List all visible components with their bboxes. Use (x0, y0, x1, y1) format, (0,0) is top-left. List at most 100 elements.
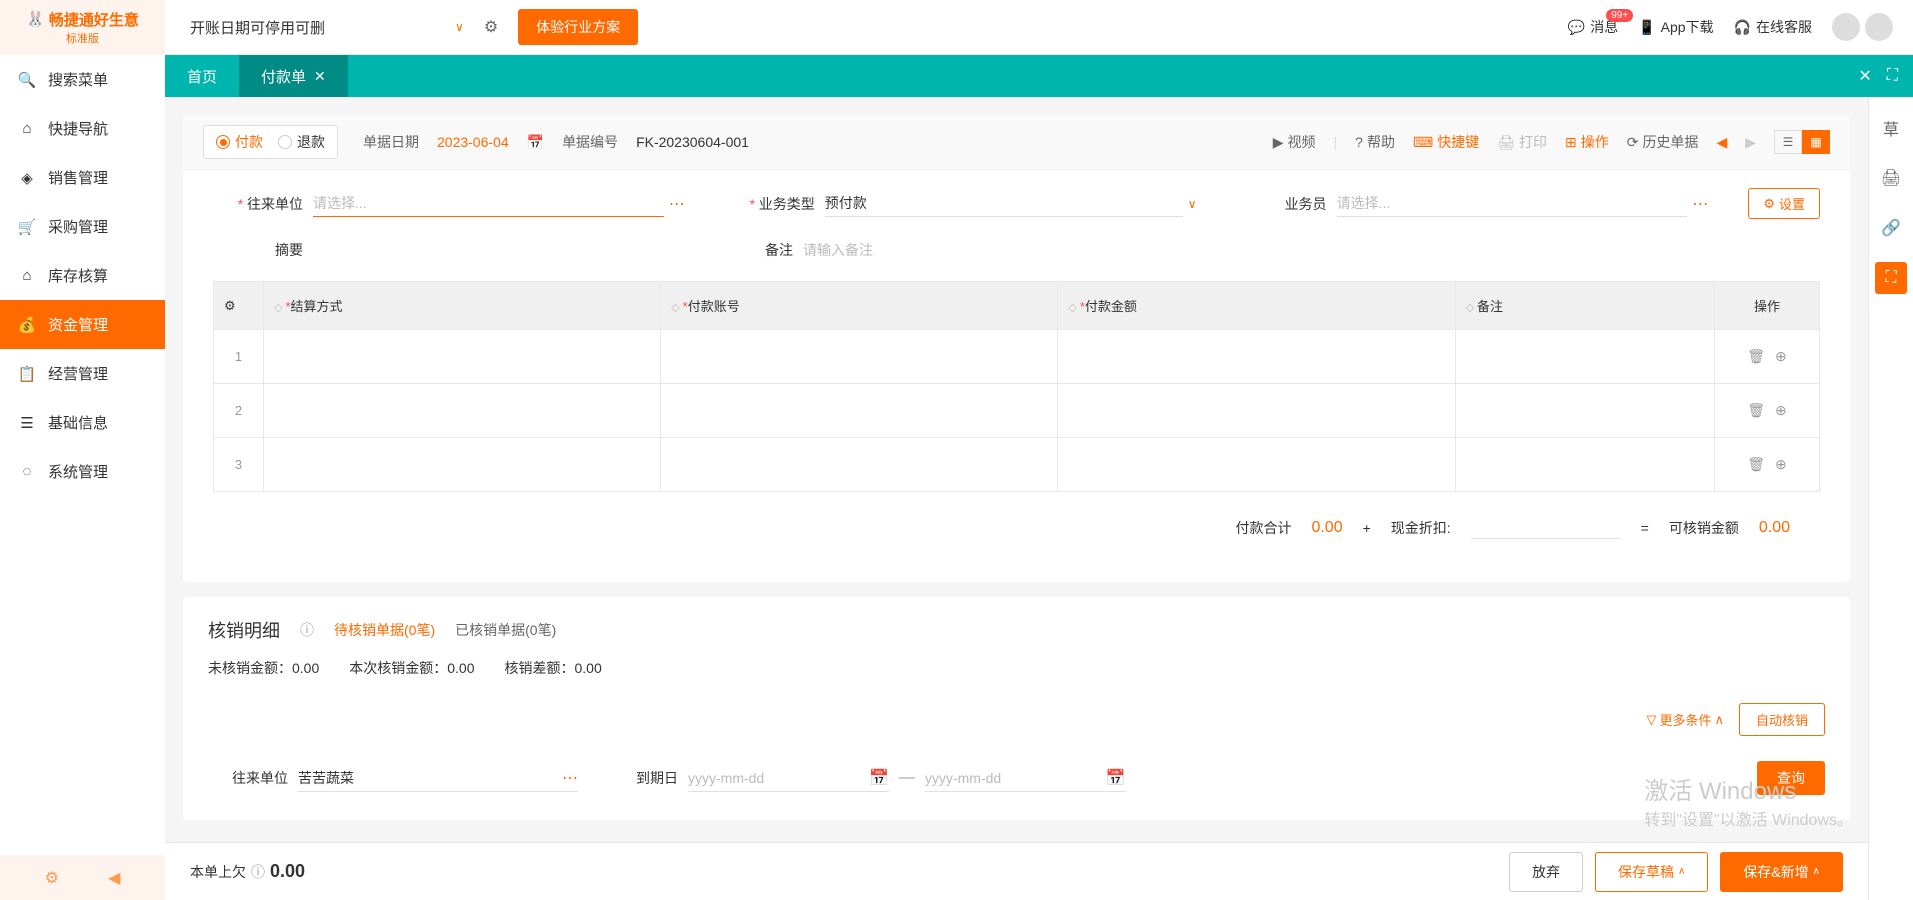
close-icon[interactable]: ✕ (314, 68, 326, 85)
verify-header: 核销明细 ⓘ 待核销单据(0笔) 已核销单据(0笔) (183, 597, 1850, 658)
summary-label: 摘要 (213, 240, 303, 260)
user-menu[interactable] (1832, 13, 1893, 41)
discount-input[interactable] (1471, 517, 1621, 539)
sidebar-item-purchase[interactable]: 🛒采购管理 (0, 202, 165, 251)
draft-icon[interactable]: 草 (1875, 112, 1907, 144)
chevron-down-icon[interactable]: ∨ (455, 20, 464, 34)
table-row[interactable]: 2🗑⊕ (214, 384, 1820, 438)
summary-input[interactable] (313, 237, 663, 263)
more-conditions-link[interactable]: ▽更多条件∧ (1646, 710, 1724, 729)
save-draft-button[interactable]: 保存草稿∧ (1595, 852, 1708, 892)
help-icon[interactable]: ⓘ (300, 620, 314, 640)
sidebar-item-quicknav[interactable]: ⌂快捷导航 (0, 104, 165, 153)
settings-icon[interactable]: ⚙ (45, 868, 59, 888)
radio-refund[interactable]: 退款 (278, 132, 325, 152)
chevron-down-icon[interactable]: ∨ (1188, 197, 1197, 211)
messages-badge: 99+ (1606, 9, 1633, 22)
verify-tab-pending[interactable]: 待核销单据(0笔) (334, 617, 435, 643)
tab-home[interactable]: 首页 (165, 55, 239, 97)
more-icon[interactable]: ⋯ (669, 194, 685, 214)
delete-icon[interactable]: 🗑 (1747, 402, 1765, 418)
col-remark[interactable]: ◇备注 (1455, 282, 1714, 330)
print-link[interactable]: 🖨打印 (1497, 132, 1547, 152)
download-link[interactable]: 📱App下载 (1638, 17, 1713, 37)
more-icon[interactable]: ⋯ (1692, 194, 1708, 214)
discard-button[interactable]: 放弃 (1509, 852, 1583, 892)
stat-diff: 核销差额：0.00 (505, 658, 602, 678)
document-header: 付款 退款 单据日期 2023-06-04 📅 单据编号 FK-20230604… (183, 115, 1850, 170)
sidebar-item-sales[interactable]: ◈销售管理 (0, 153, 165, 202)
help-icon[interactable]: ⓘ (251, 862, 265, 882)
account-title[interactable]: 开账日期可停用可删 (190, 17, 325, 38)
sidebar-item-system[interactable]: ◌系统管理 (0, 447, 165, 496)
add-icon[interactable]: ⊕ (1775, 402, 1787, 418)
col-amount[interactable]: ◇*付款金额 (1058, 282, 1455, 330)
next-doc-icon[interactable]: ▶ (1745, 134, 1756, 151)
delete-icon[interactable]: 🗑 (1747, 348, 1765, 364)
table-row[interactable]: 3🗑⊕ (214, 438, 1820, 492)
experience-button[interactable]: 体验行业方案 (518, 9, 638, 45)
tab-payment[interactable]: 付款单✕ (239, 55, 348, 97)
print-icon[interactable]: 🖨 (1875, 162, 1907, 194)
home-icon: ⌂ (18, 120, 36, 138)
verify-tab-done[interactable]: 已核销单据(0笔) (455, 617, 556, 643)
history-link[interactable]: ⟳历史单据 (1627, 132, 1699, 152)
duedate-label: 到期日 (598, 768, 678, 788)
add-icon[interactable]: ⊕ (1775, 456, 1787, 472)
shortcut-link[interactable]: ⌨快捷键 (1413, 132, 1479, 152)
clerk-input[interactable] (1337, 190, 1688, 217)
doc-icon: 📋 (18, 365, 36, 383)
sidebar-item-search[interactable]: 🔍搜索菜单 (0, 55, 165, 104)
partner-input[interactable] (313, 190, 664, 217)
calendar-icon[interactable]: 📅 (527, 134, 544, 151)
qpartner-input[interactable] (298, 770, 557, 786)
calendar-icon[interactable]: 📅 (869, 768, 889, 788)
support-link[interactable]: 🎧在线客服 (1734, 17, 1812, 37)
help-link[interactable]: ?帮助 (1355, 132, 1395, 152)
main-content: 付款 退款 单据日期 2023-06-04 📅 单据编号 FK-20230604… (165, 97, 1868, 900)
date-label: 单据日期 (363, 132, 419, 152)
more-icon[interactable]: ⋯ (562, 768, 578, 788)
collapse-icon[interactable]: ◀ (108, 868, 120, 888)
duedate-from-input[interactable] (688, 770, 869, 786)
logo[interactable]: 🐰畅捷通好生意 标准版 (0, 0, 165, 55)
sidebar-item-inventory[interactable]: ⌂库存核算 (0, 251, 165, 300)
payment-type-radio: 付款 退款 (203, 125, 338, 159)
settings-button[interactable]: ⚙设置 (1748, 188, 1820, 219)
phone-icon: 📱 (1638, 19, 1655, 36)
view-list-button[interactable]: ☰ (1774, 130, 1802, 154)
prev-doc-icon[interactable]: ◀ (1716, 134, 1727, 151)
video-link[interactable]: ▶视频 (1273, 132, 1316, 152)
duedate-to-input[interactable] (925, 770, 1106, 786)
sidebar-item-finance[interactable]: 💰资金管理 (0, 300, 165, 349)
stat-current: 本次核销金额：0.00 (349, 658, 474, 678)
attachment-icon[interactable]: 🔗 (1875, 212, 1907, 244)
col-method[interactable]: ◇*结算方式 (264, 282, 661, 330)
query-button[interactable]: 查询 (1757, 761, 1825, 795)
messages-link[interactable]: 💬消息 99+ (1568, 17, 1618, 37)
delete-icon[interactable]: 🗑 (1747, 456, 1765, 472)
expand-icon[interactable]: ⛶ (1875, 262, 1907, 294)
fullscreen-icon[interactable]: ⛶ (1887, 67, 1898, 85)
add-icon[interactable]: ⊕ (1775, 348, 1787, 364)
view-card-button[interactable]: ▦ (1802, 130, 1830, 154)
gear-icon[interactable]: ⚙ (224, 298, 236, 313)
sidebar-item-basicinfo[interactable]: ☰基础信息 (0, 398, 165, 447)
biztype-input[interactable] (825, 190, 1183, 217)
gear-icon[interactable]: ⚙ (484, 17, 498, 37)
save-new-button[interactable]: 保存&新增∧ (1720, 852, 1843, 892)
radio-pay[interactable]: 付款 (216, 132, 263, 152)
help-icon: ? (1355, 134, 1363, 150)
table-row[interactable]: 1🗑⊕ (214, 330, 1820, 384)
calendar-icon[interactable]: 📅 (1106, 768, 1126, 788)
ops-link[interactable]: ⊞操作 (1565, 132, 1609, 152)
tab-close-all-icon[interactable]: ✕ (1858, 66, 1871, 86)
sidebar-item-operations[interactable]: 📋经营管理 (0, 349, 165, 398)
auto-verify-button[interactable]: 自动核销 (1739, 703, 1825, 736)
date-value[interactable]: 2023-06-04 (437, 134, 509, 150)
remark-input[interactable] (803, 237, 1820, 263)
col-ops: 操作 (1715, 282, 1820, 330)
balance-label: 本单上欠 (190, 862, 246, 882)
col-account[interactable]: ◇*付款账号 (661, 282, 1058, 330)
search-icon: 🔍 (18, 71, 36, 89)
